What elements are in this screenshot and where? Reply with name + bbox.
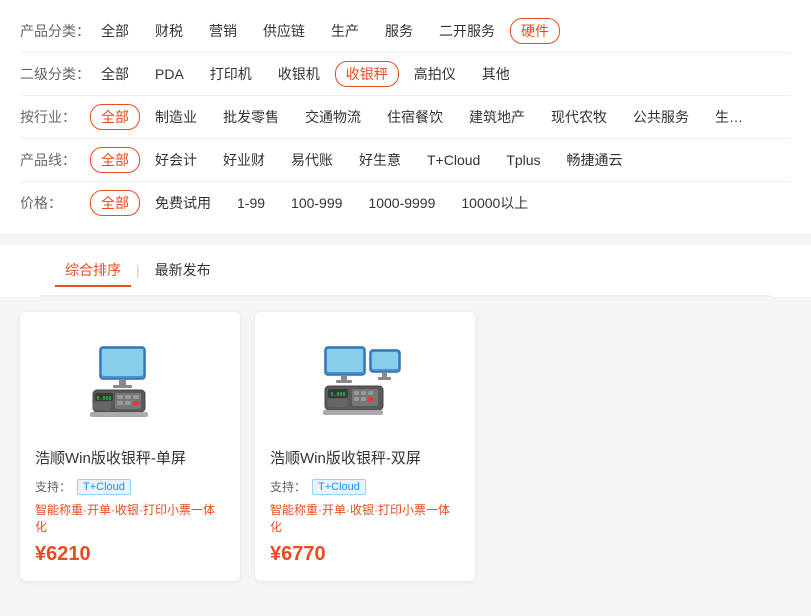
price-100-999[interactable]: 100-999 (280, 192, 353, 214)
category-items: 全部 财税 营销 供应链 生产 服务 二开服务 硬件 (90, 18, 560, 44)
productline-filter-row: 产品线： 全部 好会计 好业财 易代账 好生意 T+Cloud Tplus 畅捷… (20, 139, 791, 182)
product-support-1: 支持： T+Cloud (35, 478, 225, 495)
ind-建筑地产[interactable]: 建筑地产 (458, 104, 536, 130)
ind-现代农牧[interactable]: 现代农牧 (540, 104, 618, 130)
ind-全部[interactable]: 全部 (90, 104, 140, 130)
product-grid: 0.000 浩顺Win版收银秤-单屏 支持： T+Cloud 智能称重·开单·收… (0, 297, 811, 596)
price-1-99[interactable]: 1-99 (226, 192, 276, 214)
product-card-1[interactable]: 0.000 浩顺Win版收银秤-单屏 支持： T+Cloud 智能称重·开单·收… (20, 312, 240, 581)
cat-硬件[interactable]: 硬件 (510, 18, 560, 44)
sub-高拍仪[interactable]: 高拍仪 (403, 61, 467, 87)
sort-latest[interactable]: 最新发布 (145, 255, 221, 285)
category-label: 产品分类： (20, 21, 90, 41)
pl-好生意[interactable]: 好生意 (348, 147, 412, 173)
sort-bar-container: 综合排序 | 最新发布 (0, 245, 811, 297)
ind-住宿餐饮[interactable]: 住宿餐饮 (376, 104, 454, 130)
industry-label: 按行业： (20, 107, 90, 127)
ind-批发零售[interactable]: 批发零售 (212, 104, 290, 130)
price-filter-row: 价格： 全部 免费试用 1-99 100-999 1000-9999 10000… (20, 182, 791, 224)
sub-收银秤[interactable]: 收银秤 (335, 61, 399, 87)
pl-畅捷通云[interactable]: 畅捷通云 (556, 147, 634, 173)
price-10000plus[interactable]: 10000以上 (450, 190, 539, 216)
cat-营销[interactable]: 营销 (198, 18, 248, 44)
ind-公共服务[interactable]: 公共服务 (622, 104, 700, 130)
pl-Tplus[interactable]: Tplus (495, 149, 551, 171)
cat-二开服务[interactable]: 二开服务 (428, 18, 506, 44)
svg-text:0.000: 0.000 (330, 392, 345, 398)
sort-comprehensive[interactable]: 综合排序 (55, 255, 131, 287)
ind-制造业[interactable]: 制造业 (144, 104, 208, 130)
pl-好会计[interactable]: 好会计 (144, 147, 208, 173)
ind-more[interactable]: 生… (704, 104, 754, 130)
product-price-1: ¥6210 (35, 543, 225, 566)
sub-其他[interactable]: 其他 (471, 61, 521, 87)
cat-服务[interactable]: 服务 (374, 18, 424, 44)
svg-text:0.000: 0.000 (96, 396, 111, 402)
productline-label: 产品线： (20, 150, 90, 170)
price-label: 价格： (20, 193, 90, 213)
subcategory-filter-row: 二级分类： 全部 PDA 打印机 收银机 收银秤 高拍仪 其他 (20, 53, 791, 96)
sub-PDA[interactable]: PDA (144, 63, 195, 85)
pl-易代账[interactable]: 易代账 (280, 147, 344, 173)
product-support-badge-1: T+Cloud (77, 479, 131, 495)
pl-全部[interactable]: 全部 (90, 147, 140, 173)
industry-items: 全部 制造业 批发零售 交通物流 住宿餐饮 建筑地产 现代农牧 公共服务 生… (90, 104, 754, 130)
sub-打印机[interactable]: 打印机 (199, 61, 263, 87)
product-support-label-1: 支持： (35, 478, 71, 495)
pl-TCloud[interactable]: T+Cloud (416, 149, 491, 171)
price-items: 全部 免费试用 1-99 100-999 1000-9999 10000以上 (90, 190, 539, 216)
product-support-2: 支持： T+Cloud (270, 478, 460, 495)
subcategory-label: 二级分类： (20, 64, 90, 84)
sub-收银机[interactable]: 收银机 (267, 61, 331, 87)
industry-filter-row: 按行业： 全部 制造业 批发零售 交通物流 住宿餐饮 建筑地产 现代农牧 公共服… (20, 96, 791, 139)
sort-divider: | (131, 262, 145, 278)
product-image-2: 0.000 (270, 332, 460, 432)
product-price-2: ¥6770 (270, 543, 460, 566)
pos-image-icon-2: 0.000 (320, 342, 410, 422)
cat-供应链[interactable]: 供应链 (252, 18, 316, 44)
price-免费试用[interactable]: 免费试用 (144, 190, 222, 216)
product-desc-1: 智能称重·开单·收银·打印小票一体化 (35, 501, 225, 535)
pos-image-icon-1: 0.000 (85, 342, 175, 422)
product-support-badge-2: T+Cloud (312, 479, 366, 495)
sub-全部[interactable]: 全部 (90, 61, 140, 87)
pl-好业财[interactable]: 好业财 (212, 147, 276, 173)
sort-bar: 综合排序 | 最新发布 (40, 245, 771, 297)
subcategory-items: 全部 PDA 打印机 收银机 收银秤 高拍仪 其他 (90, 61, 521, 87)
cat-生产[interactable]: 生产 (320, 18, 370, 44)
product-name-1: 浩顺Win版收银秤-单屏 (35, 447, 225, 468)
ind-交通物流[interactable]: 交通物流 (294, 104, 372, 130)
product-support-label-2: 支持： (270, 478, 306, 495)
filter-section: 产品分类： 全部 财税 营销 供应链 生产 服务 二开服务 硬件 二级分类： 全… (0, 0, 811, 235)
cat-全部[interactable]: 全部 (90, 18, 140, 44)
product-card-2[interactable]: 0.000 浩顺Win版收银秤-双屏 支持： T+Cloud 智能称重·开单·收… (255, 312, 475, 581)
product-name-2: 浩顺Win版收银秤-双屏 (270, 447, 460, 468)
cat-财税[interactable]: 财税 (144, 18, 194, 44)
productline-items: 全部 好会计 好业财 易代账 好生意 T+Cloud Tplus 畅捷通云 (90, 147, 634, 173)
category-filter-row: 产品分类： 全部 财税 营销 供应链 生产 服务 二开服务 硬件 (20, 10, 791, 53)
product-desc-2: 智能称重·开单·收银·打印小票一体化 (270, 501, 460, 535)
price-全部[interactable]: 全部 (90, 190, 140, 216)
price-1000-9999[interactable]: 1000-9999 (357, 192, 446, 214)
product-image-1: 0.000 (35, 332, 225, 432)
